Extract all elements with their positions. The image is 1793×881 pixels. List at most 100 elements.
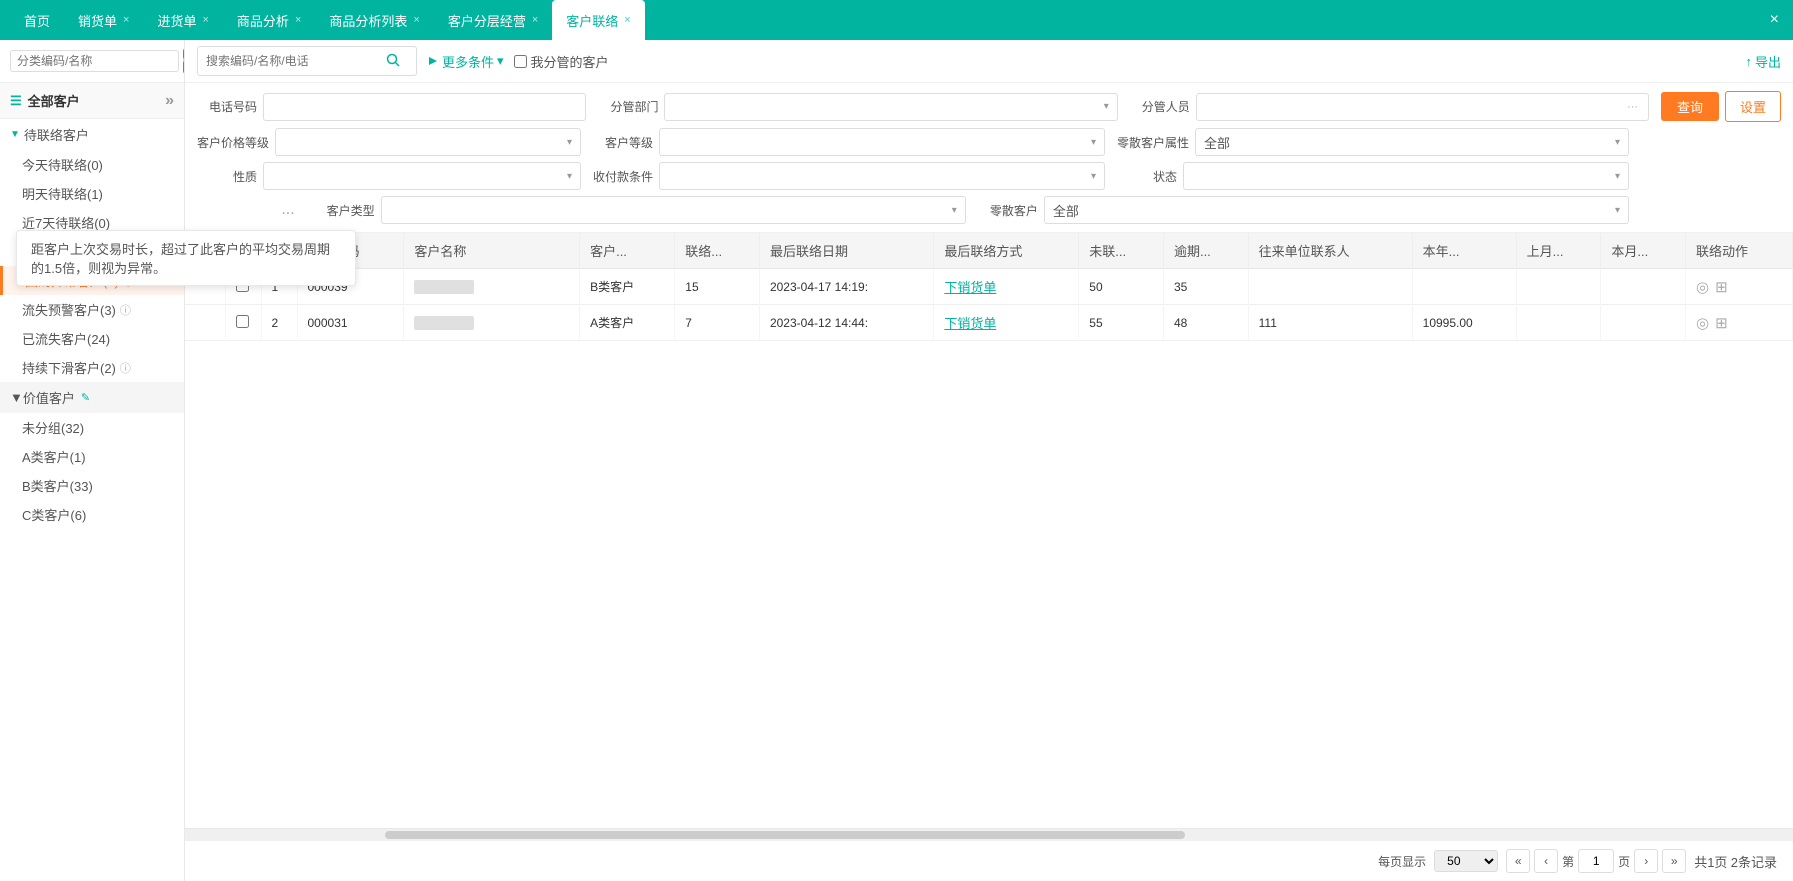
nav-item-customer-segment[interactable]: 客户分层经营 ×	[434, 0, 552, 40]
filter-action-buttons: 查询 设置	[1661, 91, 1781, 122]
sidebar-declining[interactable]: 持续下滑客户(2) ⓘ	[0, 353, 184, 382]
row2-checkbox[interactable]	[236, 315, 249, 328]
nav-close-customer-contact[interactable]: ×	[624, 14, 630, 26]
value-customer-group[interactable]: ▼ 价值客户 ✎	[0, 382, 184, 413]
first-page-button[interactable]: «	[1506, 849, 1530, 873]
tooltip-text: 距客户上次交易时长，超过了此客户的平均交易周期的1.5倍，则视为异常。	[31, 242, 330, 276]
nav-item-sales[interactable]: 销货单 ×	[64, 0, 143, 40]
per-page-select[interactable]: 50	[1434, 850, 1498, 872]
export-button[interactable]: ↑ 导出	[1745, 52, 1781, 71]
th-unit-contact[interactable]: 往来单位联系人	[1248, 233, 1412, 269]
page-input[interactable]	[1578, 849, 1614, 873]
sidebar-today-contact[interactable]: 今天待联络(0)	[0, 150, 184, 179]
last-method-link-2[interactable]: 下销货单	[944, 316, 996, 331]
contact-icon-1[interactable]: ◎	[1696, 278, 1709, 296]
td-settings-2	[185, 305, 225, 341]
dept-select[interactable]: ▾	[664, 93, 1117, 121]
sidebar-all-customers-header[interactable]: ☰ 全部客户 »	[0, 83, 184, 119]
query-button[interactable]: 查询	[1661, 92, 1719, 121]
th-last-date[interactable]: 最后联络日期	[759, 233, 933, 269]
td-contact-1: 15	[675, 269, 760, 305]
customer-type-field: 客户类型 ▾	[315, 196, 966, 224]
payment-select[interactable]: ▾	[659, 162, 1105, 190]
nav-close-all-button[interactable]: ×	[1770, 11, 1779, 29]
nav-label-customer-contact: 客户联络	[566, 11, 618, 30]
search-input[interactable]	[206, 54, 386, 68]
customer-grade-select[interactable]: ▾	[659, 128, 1105, 156]
nav-close-customer-segment[interactable]: ×	[532, 14, 538, 26]
td-unit-contact-1	[1248, 269, 1412, 305]
td-this-year-2: 10995.00	[1412, 305, 1516, 341]
page-text: 第	[1562, 853, 1574, 870]
td-unit-contact-2: 111	[1248, 305, 1412, 341]
page-suffix: 页	[1618, 853, 1630, 870]
status-select[interactable]: ▾	[1183, 162, 1629, 190]
td-name-1	[404, 269, 580, 305]
nav-label-analysis-list: 商品分析列表	[329, 11, 407, 30]
sidebar-churned[interactable]: 已流失客户(24)	[0, 324, 184, 353]
person-select[interactable]: ···	[1196, 93, 1649, 121]
last-method-link-1[interactable]: 下销货单	[944, 280, 996, 295]
sidebar-a-class[interactable]: A类客户(1)	[0, 442, 184, 471]
retail-attr-select[interactable]: 全部 ▾	[1195, 128, 1629, 156]
th-last-month[interactable]: 上月...	[1516, 233, 1601, 269]
nav-close-sales[interactable]: ×	[123, 14, 129, 26]
sidebar-churn-warning[interactable]: 流失预警客户(3) ⓘ	[0, 295, 184, 324]
retail-select[interactable]: 全部 ▾	[1044, 196, 1629, 224]
nav-item-analysis[interactable]: 商品分析 ×	[223, 0, 315, 40]
th-unread[interactable]: 未联...	[1079, 233, 1164, 269]
th-name[interactable]: 客户名称	[404, 233, 580, 269]
nav-item-analysis-list[interactable]: 商品分析列表 ×	[315, 0, 433, 40]
td-last-method-1[interactable]: 下销货单	[934, 269, 1079, 305]
customer-grade-label: 客户等级	[593, 134, 653, 151]
filter-row-1: 电话号码 分管部门 ▾ 分管人员 ···	[197, 91, 1781, 122]
price-grade-select[interactable]: ▾	[275, 128, 581, 156]
status-label: 状态	[1117, 168, 1177, 185]
next-page-button[interactable]: ›	[1634, 849, 1658, 873]
th-overdue[interactable]: 逾期...	[1163, 233, 1248, 269]
prev-page-button[interactable]: ‹	[1534, 849, 1558, 873]
sidebar-collapse-btn[interactable]: »	[165, 92, 174, 110]
arrow-down-icon: ▼	[10, 129, 20, 140]
gender-select[interactable]: ▾	[263, 162, 581, 190]
sidebar-b-class[interactable]: B类客户(33)	[0, 471, 184, 500]
th-grade[interactable]: 客户...	[580, 233, 675, 269]
pagination-bar: 每页显示 50 « ‹ 第 页 › » 共1页 2条记录	[185, 840, 1793, 881]
my-customers-checkbox-label[interactable]: 我分管的客户	[514, 52, 609, 71]
th-this-month[interactable]: 本月...	[1601, 233, 1686, 269]
retail-label: 零散客户	[978, 202, 1038, 219]
sidebar-c-class[interactable]: C类客户(6)	[0, 500, 184, 529]
nav-item-purchase[interactable]: 进货单 ×	[143, 0, 222, 40]
td-last-method-2[interactable]: 下销货单	[934, 305, 1079, 341]
search-button[interactable]	[386, 53, 400, 70]
nav-close-analysis[interactable]: ×	[295, 14, 301, 26]
waiting-contact-group[interactable]: ▼ 待联络客户	[0, 119, 184, 150]
last-page-button[interactable]: »	[1662, 849, 1686, 873]
horizontal-scrollbar[interactable]	[185, 828, 1793, 840]
phone-input[interactable]	[263, 93, 586, 121]
sidebar-ungrouped[interactable]: 未分组(32)	[0, 413, 184, 442]
nav-close-analysis-list[interactable]: ×	[413, 14, 419, 26]
row2-actions: ◎ ⊞	[1696, 314, 1782, 332]
gender-field: 性质 ▾	[197, 162, 581, 190]
edit-icon[interactable]: ✎	[81, 391, 90, 404]
my-customers-checkbox[interactable]	[514, 55, 527, 68]
sidebar-search-input[interactable]	[10, 50, 179, 72]
status-icon: ▾	[1615, 171, 1620, 182]
sidebar-tomorrow-contact[interactable]: 明天待联络(1)	[0, 179, 184, 208]
settings-button[interactable]: 设置	[1725, 91, 1781, 122]
th-last-method[interactable]: 最后联络方式	[934, 233, 1079, 269]
nav-item-home[interactable]: 首页	[10, 0, 64, 40]
more-icon-2[interactable]: ⊞	[1715, 314, 1728, 332]
more-icon-1[interactable]: ⊞	[1715, 278, 1728, 296]
scroll-thumb[interactable]	[385, 831, 1185, 839]
contact-icon-2[interactable]: ◎	[1696, 314, 1709, 332]
nav-close-purchase[interactable]: ×	[202, 14, 208, 26]
th-contact[interactable]: 联络...	[675, 233, 760, 269]
nav-item-customer-contact[interactable]: 客户联络 ×	[552, 0, 644, 40]
more-conditions-button[interactable]: 更多条件 ▾	[427, 52, 504, 71]
retail-icon: ▾	[1615, 205, 1620, 216]
more-dots[interactable]: ...	[281, 201, 294, 219]
th-this-year[interactable]: 本年...	[1412, 233, 1516, 269]
customer-type-select[interactable]: ▾	[381, 196, 966, 224]
